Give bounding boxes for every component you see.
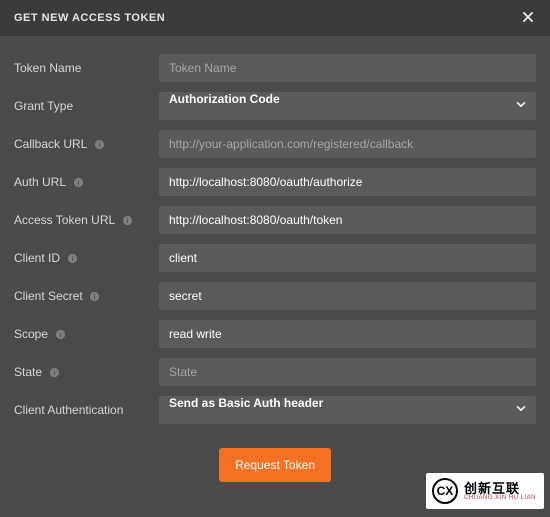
close-icon xyxy=(521,10,535,27)
info-icon xyxy=(93,138,105,150)
info-icon xyxy=(89,290,101,302)
watermark-cn: 创新互联 xyxy=(464,482,536,495)
label-text: Access Token URL xyxy=(14,213,115,227)
info-icon xyxy=(72,176,84,188)
label-access-token-url: Access Token URL xyxy=(14,213,159,227)
row-grant-type: Grant Type Authorization Code xyxy=(14,92,536,120)
row-access-token-url: Access Token URL xyxy=(14,206,536,234)
info-icon xyxy=(121,214,133,226)
watermark-text: 创新互联 CHUANG XIN HU LIAN xyxy=(464,482,536,501)
access-token-url-input[interactable] xyxy=(159,206,536,234)
label-text: Client Authentication xyxy=(14,403,123,417)
callback-url-input[interactable] xyxy=(159,130,536,158)
watermark-logo: CX xyxy=(432,478,458,504)
info-icon xyxy=(54,328,66,340)
client-id-input[interactable] xyxy=(159,244,536,272)
select-value: Authorization Code xyxy=(169,92,280,106)
info-icon xyxy=(66,252,78,264)
watermark: CX 创新互联 CHUANG XIN HU LIAN xyxy=(426,473,544,509)
label-client-auth: Client Authentication xyxy=(14,403,159,417)
client-secret-input[interactable] xyxy=(159,282,536,310)
row-state: State xyxy=(14,358,536,386)
close-button[interactable] xyxy=(520,10,536,26)
row-callback-url: Callback URL xyxy=(14,130,536,158)
label-token-name: Token Name xyxy=(14,61,159,75)
label-text: State xyxy=(14,365,42,379)
modal-title: GET NEW ACCESS TOKEN xyxy=(14,12,165,24)
row-scope: Scope xyxy=(14,320,536,348)
modal-body: Token Name Grant Type Authorization Code… xyxy=(0,36,550,504)
label-text: Callback URL xyxy=(14,137,87,151)
scope-input[interactable] xyxy=(159,320,536,348)
row-client-auth: Client Authentication Send as Basic Auth… xyxy=(14,396,536,424)
watermark-en: CHUANG XIN HU LIAN xyxy=(464,495,536,501)
label-text: Auth URL xyxy=(14,175,66,189)
label-text: Token Name xyxy=(14,61,81,75)
label-text: Grant Type xyxy=(14,99,73,113)
row-client-secret: Client Secret xyxy=(14,282,536,310)
modal-header: GET NEW ACCESS TOKEN xyxy=(0,0,550,36)
label-client-id: Client ID xyxy=(14,251,159,265)
label-client-secret: Client Secret xyxy=(14,289,159,303)
state-input[interactable] xyxy=(159,358,536,386)
row-client-id: Client ID xyxy=(14,244,536,272)
label-auth-url: Auth URL xyxy=(14,175,159,189)
client-auth-select[interactable]: Send as Basic Auth header xyxy=(159,396,536,424)
token-name-input[interactable] xyxy=(159,54,536,82)
label-callback-url: Callback URL xyxy=(14,137,159,151)
auth-url-input[interactable] xyxy=(159,168,536,196)
label-text: Client ID xyxy=(14,251,60,265)
select-value: Send as Basic Auth header xyxy=(169,396,323,410)
row-token-name: Token Name xyxy=(14,54,536,82)
request-token-button[interactable]: Request Token xyxy=(219,448,331,482)
label-text: Client Secret xyxy=(14,289,83,303)
label-state: State xyxy=(14,365,159,379)
row-auth-url: Auth URL xyxy=(14,168,536,196)
label-scope: Scope xyxy=(14,327,159,341)
info-icon xyxy=(48,366,60,378)
grant-type-select[interactable]: Authorization Code xyxy=(159,92,536,120)
label-grant-type: Grant Type xyxy=(14,99,159,113)
label-text: Scope xyxy=(14,327,48,341)
